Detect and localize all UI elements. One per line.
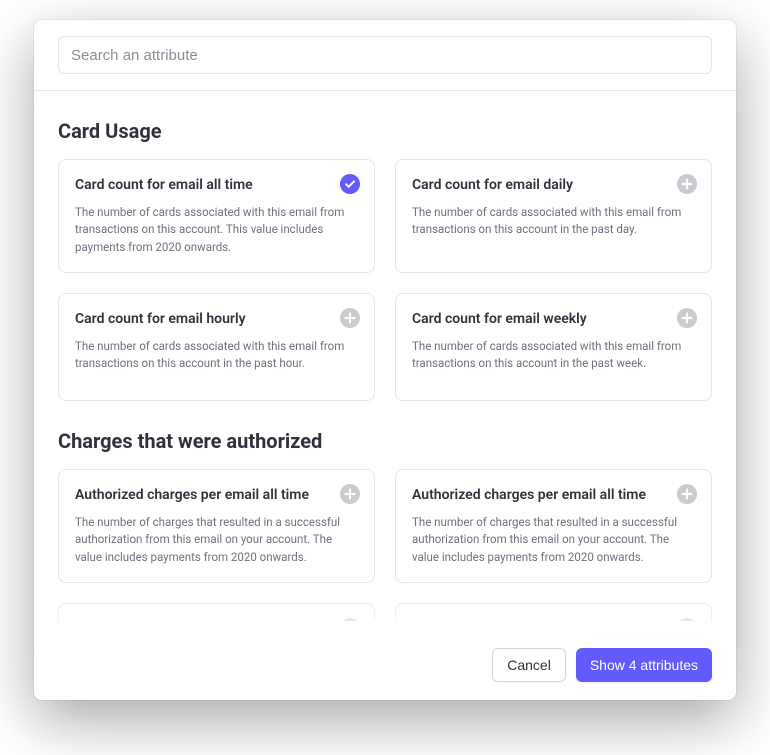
card-title: Card count for email all time <box>75 176 358 194</box>
plus-circle-icon[interactable] <box>677 484 697 504</box>
card-title: Authorized charges per email daily <box>412 620 695 621</box>
attribute-card[interactable]: Authorized charges per email daily <box>395 603 712 621</box>
section-title-authorized: Charges that were authorized <box>58 429 712 453</box>
plus-circle-icon[interactable] <box>677 308 697 328</box>
card-desc: The number of charges that resulted in a… <box>75 514 358 566</box>
attribute-card[interactable]: Card count for email hourly The number o… <box>58 293 375 401</box>
card-title: Authorized charges per email all time <box>75 486 358 504</box>
check-circle-icon[interactable] <box>340 174 360 194</box>
authorized-grid: Authorized charges per email all time Th… <box>58 469 712 583</box>
card-desc: The number of cards associated with this… <box>412 204 695 239</box>
attribute-card[interactable]: Card count for email weekly The number o… <box>395 293 712 401</box>
cancel-button[interactable]: Cancel <box>492 648 566 682</box>
plus-circle-icon[interactable] <box>340 618 360 621</box>
card-desc: The number of cards associated with this… <box>75 204 358 256</box>
attribute-card[interactable]: Card count for email all time The number… <box>58 159 375 273</box>
footer: Cancel Show 4 attributes <box>34 634 736 700</box>
content-scroll: Card Usage Card count for email all time… <box>34 91 736 700</box>
attribute-card[interactable]: Authorized charges per email all time Th… <box>58 469 375 583</box>
card-desc: The number of cards associated with this… <box>75 338 358 373</box>
attribute-card[interactable]: Authorized charges per email all time Th… <box>395 469 712 583</box>
attribute-selector-modal: Card Usage Card count for email all time… <box>34 20 736 700</box>
section-title-card-usage: Card Usage <box>58 119 712 143</box>
truncated-row: Authorized charges per email weekly Auth… <box>58 603 712 621</box>
plus-circle-icon[interactable] <box>677 174 697 194</box>
attribute-card[interactable]: Authorized charges per email weekly <box>58 603 375 621</box>
search-wrapper <box>34 20 736 91</box>
plus-circle-icon[interactable] <box>340 308 360 328</box>
show-attributes-button[interactable]: Show 4 attributes <box>576 648 712 682</box>
search-input[interactable] <box>58 36 712 74</box>
card-desc: The number of cards associated with this… <box>412 338 695 373</box>
card-desc: The number of charges that resulted in a… <box>412 514 695 566</box>
plus-circle-icon[interactable] <box>340 484 360 504</box>
card-title: Card count for email weekly <box>412 310 695 328</box>
card-title: Card count for email daily <box>412 176 695 194</box>
card-title: Authorized charges per email all time <box>412 486 695 504</box>
card-usage-grid: Card count for email all time The number… <box>58 159 712 401</box>
attribute-card[interactable]: Card count for email daily The number of… <box>395 159 712 273</box>
card-title: Card count for email hourly <box>75 310 358 328</box>
plus-circle-icon[interactable] <box>677 618 697 621</box>
card-title: Authorized charges per email weekly <box>75 620 358 621</box>
